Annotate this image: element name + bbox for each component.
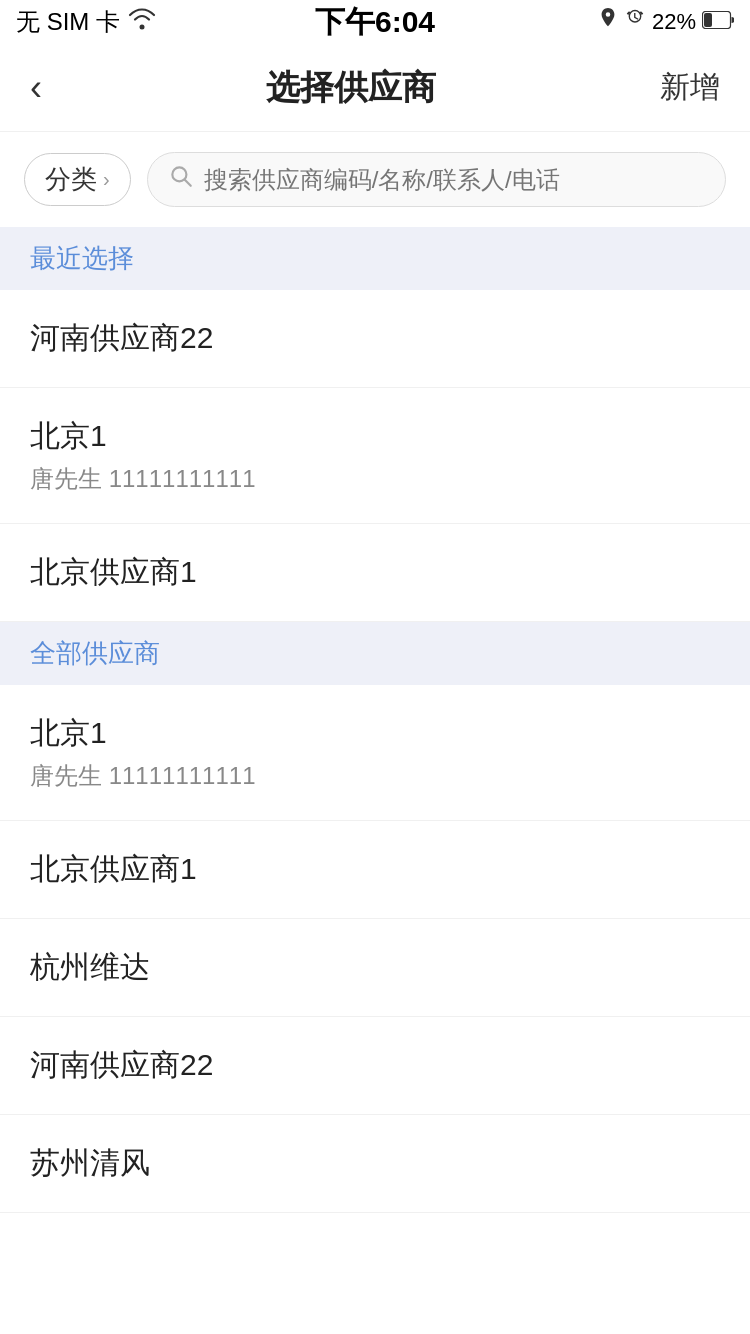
filter-bar: 分类 › (0, 132, 750, 227)
search-icon (168, 163, 194, 196)
wifi-icon (128, 8, 156, 36)
chevron-right-icon: › (103, 168, 110, 191)
item-name: 北京供应商1 (30, 849, 720, 890)
carrier-label: 无 SIM 卡 (16, 6, 120, 38)
recent-section-header: 最近选择 (0, 227, 750, 290)
add-button[interactable]: 新增 (660, 67, 720, 108)
back-button[interactable]: ‹ (30, 70, 42, 106)
list-item[interactable]: 河南供应商22 (0, 1017, 750, 1115)
all-section-header: 全部供应商 (0, 622, 750, 685)
item-name: 苏州清风 (30, 1143, 720, 1184)
item-name: 北京1 (30, 713, 720, 754)
list-item[interactable]: 北京供应商1 (0, 821, 750, 919)
battery-icon (702, 9, 734, 35)
location-icon (598, 8, 618, 36)
search-box[interactable] (147, 152, 726, 207)
status-time: 下午6:04 (315, 2, 435, 43)
page-title: 选择供应商 (266, 65, 436, 111)
item-name: 北京1 (30, 416, 720, 457)
status-left: 无 SIM 卡 (16, 6, 156, 38)
all-list: 北京1 唐先生 11111111111 北京供应商1 杭州维达河南供应商22 苏州清风 (0, 685, 750, 1213)
battery-label: 22% (652, 9, 696, 35)
list-item[interactable]: 河南供应商22 (0, 290, 750, 388)
svg-rect-1 (704, 13, 712, 27)
search-input[interactable] (204, 166, 705, 194)
item-sub: 唐先生 11111111111 (30, 760, 720, 792)
list-item[interactable]: 北京供应商1 (0, 524, 750, 622)
svg-line-3 (184, 180, 190, 186)
item-sub: 唐先生 11111111111 (30, 463, 720, 495)
status-right: 22% (598, 8, 734, 36)
recent-list: 河南供应商22 北京1 唐先生 11111111111 北京供应商1 (0, 290, 750, 622)
nav-bar: ‹ 选择供应商 新增 (0, 44, 750, 132)
all-section-label: 全部供应商 (30, 638, 160, 668)
item-name: 河南供应商22 (30, 318, 720, 359)
item-name: 杭州维达 (30, 947, 720, 988)
item-name: 北京供应商1 (30, 552, 720, 593)
list-item[interactable]: 北京1 唐先生 11111111111 (0, 685, 750, 821)
status-bar: 无 SIM 卡 下午6:04 22% (0, 0, 750, 44)
recent-section-label: 最近选择 (30, 243, 134, 273)
item-name: 河南供应商22 (30, 1045, 720, 1086)
alarm-icon (624, 8, 646, 36)
list-item[interactable]: 苏州清风 (0, 1115, 750, 1213)
category-label: 分类 (45, 162, 97, 197)
category-filter-button[interactable]: 分类 › (24, 153, 131, 206)
list-item[interactable]: 北京1 唐先生 11111111111 (0, 388, 750, 524)
list-item[interactable]: 杭州维达 (0, 919, 750, 1017)
